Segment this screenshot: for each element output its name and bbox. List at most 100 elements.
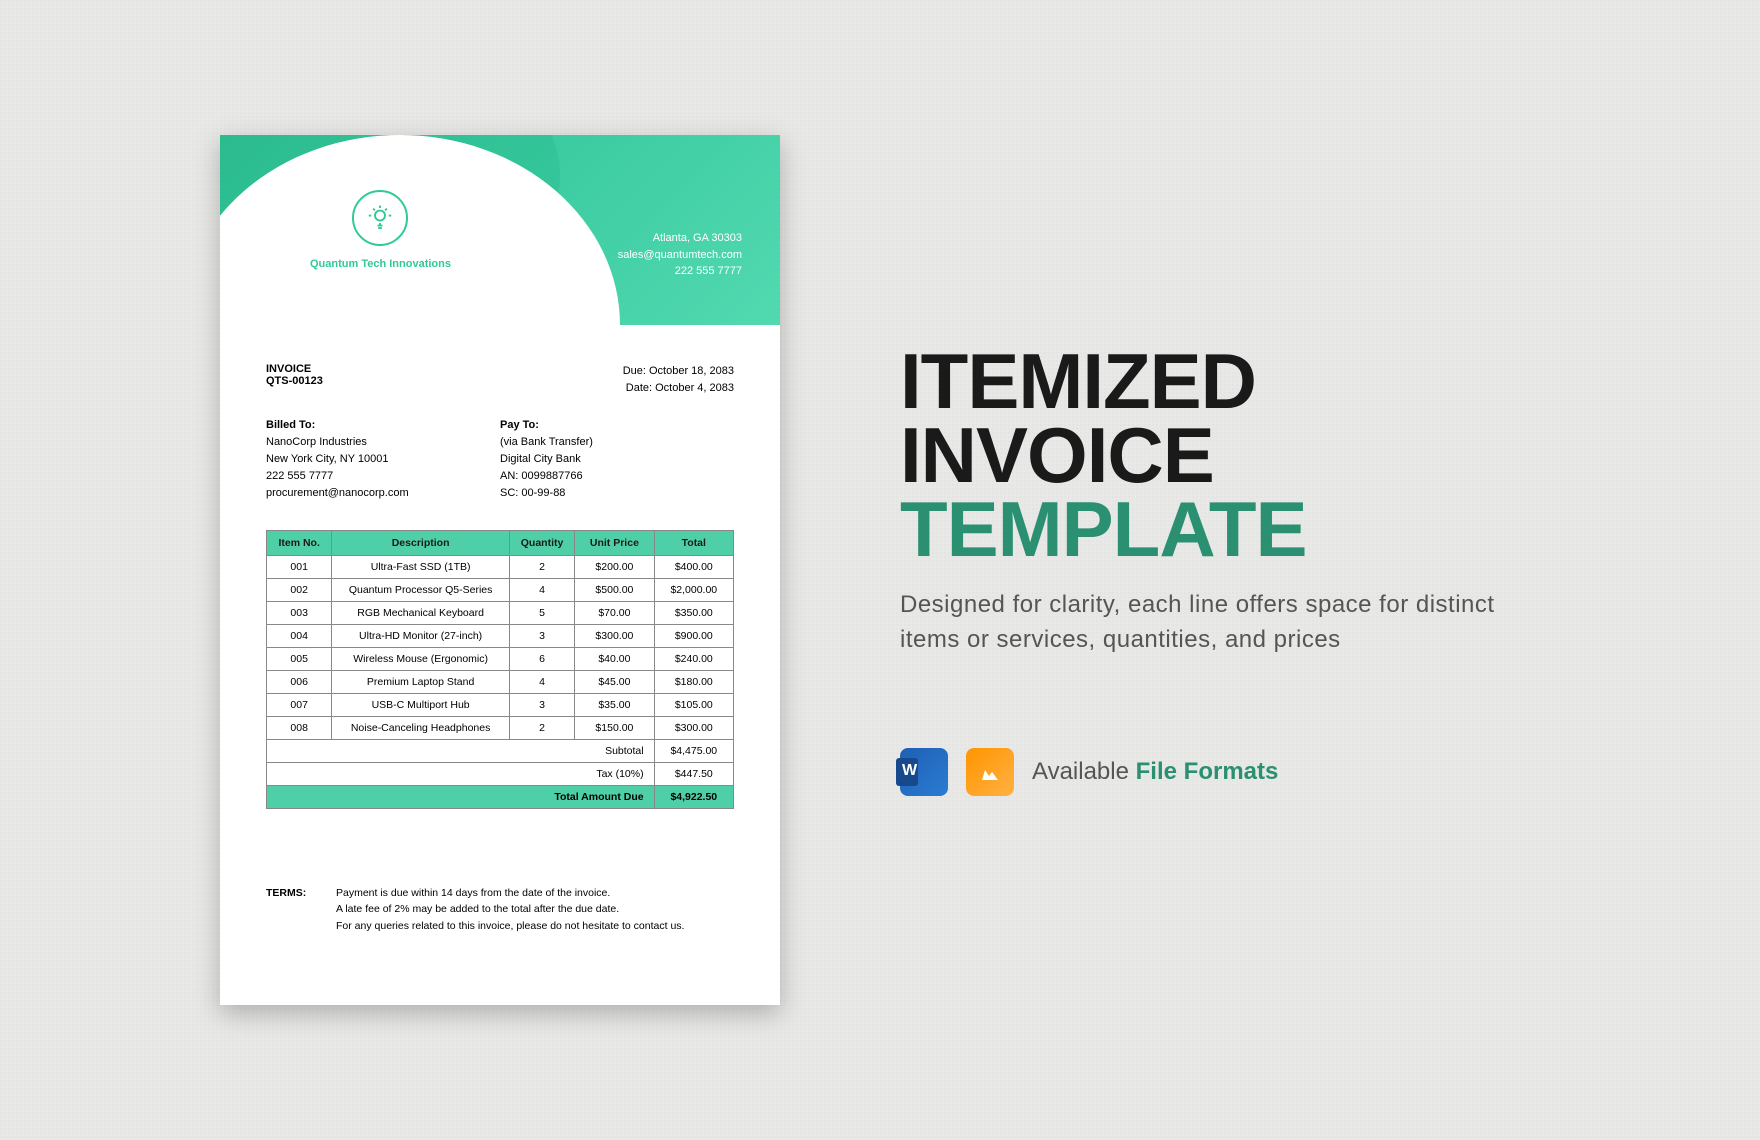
cell: $180.00 — [654, 671, 733, 694]
payto-heading: Pay To: — [500, 417, 734, 434]
tax-row: Tax (10%) $447.50 — [267, 763, 734, 786]
cell: 005 — [267, 648, 332, 671]
company-phone: 222 555 7777 — [618, 263, 742, 280]
tax-value: $447.50 — [654, 763, 733, 786]
promo-title: ITEMIZED INVOICE TEMPLATE — [900, 344, 1540, 566]
company-address: Atlanta, GA 30303 — [618, 230, 742, 247]
terms-block: TERMS: Payment is due within 14 days fro… — [266, 885, 734, 934]
cell: Premium Laptop Stand — [332, 671, 509, 694]
table-row: 008Noise-Canceling Headphones2$150.00$30… — [267, 717, 734, 740]
total-label: Total Amount Due — [267, 786, 655, 809]
cell: $500.00 — [575, 579, 654, 602]
cell: Ultra-Fast SSD (1TB) — [332, 556, 509, 579]
invoice-date: Date: October 4, 2083 — [623, 380, 734, 397]
table-row: 003RGB Mechanical Keyboard5$70.00$350.00 — [267, 602, 734, 625]
cell: 003 — [267, 602, 332, 625]
cell: $45.00 — [575, 671, 654, 694]
company-email: sales@quantumtech.com — [618, 247, 742, 264]
terms-line: A late fee of 2% may be added to the tot… — [336, 901, 684, 917]
table-row: 004Ultra-HD Monitor (27-inch)3$300.00$90… — [267, 625, 734, 648]
cell: Wireless Mouse (Ergonomic) — [332, 648, 509, 671]
cell: $200.00 — [575, 556, 654, 579]
cell: $300.00 — [654, 717, 733, 740]
parties-block: Billed To: NanoCorp Industries New York … — [266, 417, 734, 502]
billed-line: NanoCorp Industries — [266, 434, 500, 451]
col-unitprice: Unit Price — [575, 531, 654, 556]
subtotal-value: $4,475.00 — [654, 740, 733, 763]
table-row: 001Ultra-Fast SSD (1TB)2$200.00$400.00 — [267, 556, 734, 579]
invoice-due: Due: October 18, 2083 — [623, 363, 734, 380]
terms-line: For any queries related to this invoice,… — [336, 918, 684, 934]
word-icon — [900, 748, 948, 796]
cell: 007 — [267, 694, 332, 717]
cell: 5 — [509, 602, 574, 625]
cell: 3 — [509, 694, 574, 717]
cell: $105.00 — [654, 694, 733, 717]
cell: 006 — [267, 671, 332, 694]
title-line: ITEMIZED — [900, 344, 1540, 418]
payto-line: SC: 00-99-88 — [500, 485, 734, 502]
formats-prefix: Available — [1032, 758, 1136, 785]
col-description: Description — [332, 531, 509, 556]
cell: $400.00 — [654, 556, 733, 579]
billed-line: New York City, NY 10001 — [266, 451, 500, 468]
formats-text: Available File Formats — [1032, 758, 1278, 786]
table-row: 007USB-C Multiport Hub3$35.00$105.00 — [267, 694, 734, 717]
cell: 4 — [509, 579, 574, 602]
cell: $900.00 — [654, 625, 733, 648]
company-name: Quantum Tech Innovations — [310, 258, 451, 270]
payto-line: AN: 0099887766 — [500, 468, 734, 485]
pages-icon — [966, 748, 1014, 796]
cell: RGB Mechanical Keyboard — [332, 602, 509, 625]
table-row: 005Wireless Mouse (Ergonomic)6$40.00$240… — [267, 648, 734, 671]
promo-panel: ITEMIZED INVOICE TEMPLATE Designed for c… — [900, 344, 1540, 796]
cell: $350.00 — [654, 602, 733, 625]
formats-accent: File Formats — [1136, 758, 1279, 785]
subtotal-row: Subtotal $4,475.00 — [267, 740, 734, 763]
total-value: $4,922.50 — [654, 786, 733, 809]
invoice-document: Quantum Tech Innovations Atlanta, GA 303… — [220, 135, 780, 1005]
cell: 002 — [267, 579, 332, 602]
table-row: 006Premium Laptop Stand4$45.00$180.00 — [267, 671, 734, 694]
table-row: 002Quantum Processor Q5-Series4$500.00$2… — [267, 579, 734, 602]
pay-to: Pay To: (via Bank Transfer) Digital City… — [500, 417, 734, 502]
cell: 6 — [509, 648, 574, 671]
terms-line: Payment is due within 14 days from the d… — [336, 885, 684, 901]
payto-line: Digital City Bank — [500, 451, 734, 468]
cell: 2 — [509, 556, 574, 579]
cell: 001 — [267, 556, 332, 579]
file-formats: Available File Formats — [900, 748, 1540, 796]
billed-line: procurement@nanocorp.com — [266, 485, 500, 502]
cell: 3 — [509, 625, 574, 648]
cell: $150.00 — [575, 717, 654, 740]
invoice-meta: INVOICE QTS-00123 Due: October 18, 2083 … — [266, 363, 734, 396]
cell: 008 — [267, 717, 332, 740]
cell: $300.00 — [575, 625, 654, 648]
cell: 2 — [509, 717, 574, 740]
items-table: Item No. Description Quantity Unit Price… — [266, 530, 734, 809]
title-line: INVOICE — [900, 418, 1540, 492]
tax-label: Tax (10%) — [267, 763, 655, 786]
cell: 4 — [509, 671, 574, 694]
cell: $40.00 — [575, 648, 654, 671]
cell: Noise-Canceling Headphones — [332, 717, 509, 740]
cell: $70.00 — [575, 602, 654, 625]
billed-heading: Billed To: — [266, 417, 500, 434]
terms-heading: TERMS: — [266, 885, 336, 934]
table-header-row: Item No. Description Quantity Unit Price… — [267, 531, 734, 556]
company-contact: Atlanta, GA 30303 sales@quantumtech.com … — [618, 230, 742, 280]
payto-line: (via Bank Transfer) — [500, 434, 734, 451]
logo-block: Quantum Tech Innovations — [310, 190, 451, 270]
total-row: Total Amount Due $4,922.50 — [267, 786, 734, 809]
col-quantity: Quantity — [509, 531, 574, 556]
promo-description: Designed for clarity, each line offers s… — [900, 588, 1540, 658]
billed-to: Billed To: NanoCorp Industries New York … — [266, 417, 500, 502]
billed-line: 222 555 7777 — [266, 468, 500, 485]
col-total: Total — [654, 531, 733, 556]
cell: 004 — [267, 625, 332, 648]
invoice-number: QTS-00123 — [266, 375, 323, 387]
cell: $2,000.00 — [654, 579, 733, 602]
items-table-wrap: Item No. Description Quantity Unit Price… — [266, 530, 734, 809]
cell: Ultra-HD Monitor (27-inch) — [332, 625, 509, 648]
col-itemno: Item No. — [267, 531, 332, 556]
